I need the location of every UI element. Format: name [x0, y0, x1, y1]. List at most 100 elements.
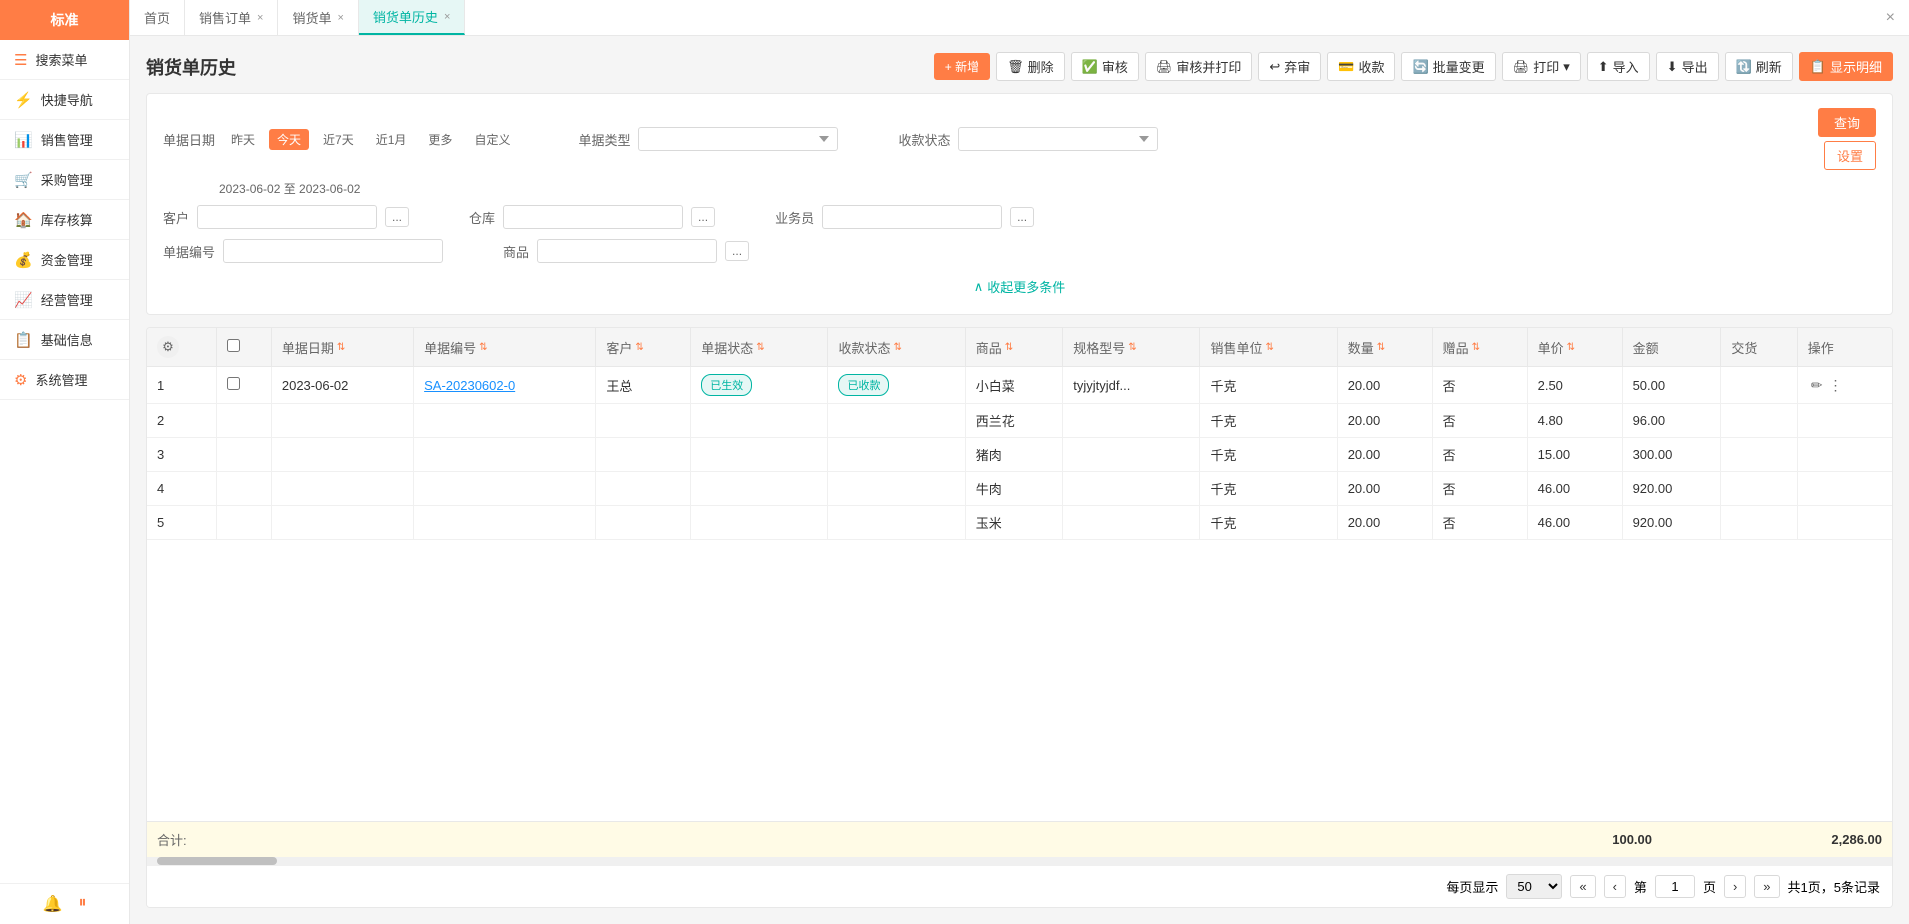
- customer-input[interactable]: [197, 205, 377, 229]
- query-button[interactable]: 查询: [1818, 108, 1876, 137]
- col-price[interactable]: 单价 ⇅: [1527, 328, 1622, 367]
- row-checkbox[interactable]: [216, 367, 271, 404]
- row-doc-no[interactable]: [414, 404, 596, 438]
- quick-nav-icon: ⚡: [14, 91, 33, 109]
- date-tab-7days[interactable]: 近7天: [315, 129, 362, 150]
- more-action-button[interactable]: ⋮: [1826, 377, 1846, 393]
- col-date[interactable]: 单据日期 ⇅: [271, 328, 413, 367]
- doc-no-link[interactable]: SA-20230602-0: [424, 378, 515, 393]
- sidebar-item-purchase[interactable]: 🛒 采购管理: [0, 160, 129, 200]
- sidebar-item-quick-nav[interactable]: ⚡ 快捷导航: [0, 80, 129, 120]
- tab-sales-order[interactable]: 销售订单 ×: [185, 0, 278, 35]
- print-button[interactable]: 🖨 打印 ▾: [1502, 52, 1581, 81]
- close-all-tabs-button[interactable]: ×: [1872, 9, 1909, 27]
- sidebar-item-system[interactable]: ⚙ 系统管理: [0, 360, 129, 400]
- delete-button[interactable]: 🗑 删除: [996, 52, 1065, 81]
- col-goods[interactable]: 商品 ⇅: [965, 328, 1063, 367]
- date-tab-1month[interactable]: 近1月: [368, 129, 415, 150]
- row-checkbox[interactable]: [216, 472, 271, 506]
- sidebar-item-label: 资金管理: [41, 250, 93, 269]
- close-tab-sales-order[interactable]: ×: [257, 12, 263, 24]
- first-page-button[interactable]: «: [1570, 875, 1595, 898]
- export-button[interactable]: ⬇ 导出: [1656, 52, 1719, 81]
- prev-page-button[interactable]: ‹: [1604, 875, 1626, 898]
- next-page-button[interactable]: ›: [1724, 875, 1746, 898]
- sidebar-item-inventory[interactable]: 🏠 库存核算: [0, 200, 129, 240]
- audit-button[interactable]: ✅ 审核: [1071, 52, 1139, 81]
- row-doc-no[interactable]: [414, 438, 596, 472]
- doc-no-input[interactable]: [223, 239, 443, 263]
- close-tab-sales-history[interactable]: ×: [444, 11, 450, 23]
- row-checkbox[interactable]: [216, 404, 271, 438]
- audit-print-button[interactable]: 🖨 审核并打印: [1145, 52, 1253, 81]
- scrollbar-thumb[interactable]: [157, 857, 277, 865]
- col-doc-status[interactable]: 单据状态 ⇅: [691, 328, 828, 367]
- doc-type-select[interactable]: [638, 127, 838, 151]
- collect-status-select[interactable]: [958, 127, 1158, 151]
- staff-input[interactable]: [822, 205, 1002, 229]
- col-checkbox[interactable]: [216, 328, 271, 367]
- row-no: 4: [147, 472, 216, 506]
- date-tab-yesterday[interactable]: 昨天: [223, 129, 263, 150]
- pause-icon[interactable]: ⏸: [78, 894, 86, 914]
- last-page-button[interactable]: »: [1754, 875, 1779, 898]
- page-size-select[interactable]: 50 20 100: [1506, 874, 1562, 899]
- sidebar-item-basic-info[interactable]: 📋 基础信息: [0, 320, 129, 360]
- col-settings[interactable]: ⚙: [147, 328, 216, 367]
- import-button[interactable]: ⬆ 导入: [1587, 52, 1650, 81]
- collect-button[interactable]: 💳 收款: [1327, 52, 1395, 81]
- horizontal-scrollbar[interactable]: [147, 857, 1892, 865]
- row-collect-status: [828, 472, 965, 506]
- row-collect-status: [828, 506, 965, 540]
- row-amount: 920.00: [1622, 472, 1721, 506]
- warehouse-ellipsis-btn[interactable]: ...: [691, 207, 715, 227]
- goods-ellipsis-btn[interactable]: ...: [725, 241, 749, 261]
- refresh-button[interactable]: 🔃 刷新: [1725, 52, 1793, 81]
- tab-home[interactable]: 首页: [130, 0, 185, 35]
- row-doc-no[interactable]: SA-20230602-0: [414, 367, 596, 404]
- date-tab-custom[interactable]: 自定义: [466, 129, 518, 150]
- batch-change-button[interactable]: 🔄 批量变更: [1401, 52, 1495, 81]
- customer-ellipsis-btn[interactable]: ...: [385, 207, 409, 227]
- sidebar-item-sales[interactable]: 📊 销售管理: [0, 120, 129, 160]
- col-gift[interactable]: 赠品 ⇅: [1432, 328, 1527, 367]
- sidebar-item-finance[interactable]: 💰 资金管理: [0, 240, 129, 280]
- row-collect-status: [828, 404, 965, 438]
- goods-input[interactable]: [537, 239, 717, 263]
- print-arrow-icon: ▾: [1563, 59, 1570, 75]
- warehouse-input[interactable]: [503, 205, 683, 229]
- col-qty[interactable]: 数量 ⇅: [1337, 328, 1432, 367]
- col-unit[interactable]: 销售单位 ⇅: [1200, 328, 1337, 367]
- sidebar-item-search[interactable]: ☰ 搜索菜单: [0, 40, 129, 80]
- close-tab-sales-goods[interactable]: ×: [337, 12, 343, 24]
- row-checkbox[interactable]: [216, 438, 271, 472]
- select-all-checkbox[interactable]: [227, 339, 240, 352]
- col-customer[interactable]: 客户 ⇅: [596, 328, 691, 367]
- notification-icon[interactable]: 🔔: [43, 894, 63, 914]
- setting-button[interactable]: 设置: [1824, 141, 1876, 170]
- sidebar-logo: 标准: [0, 0, 129, 40]
- tab-sales-goods[interactable]: 销货单 ×: [278, 0, 358, 35]
- page-number-input[interactable]: [1655, 875, 1695, 898]
- row-doc-no[interactable]: [414, 472, 596, 506]
- col-collect-status[interactable]: 收款状态 ⇅: [828, 328, 965, 367]
- row-doc-no[interactable]: [414, 506, 596, 540]
- col-doc-no[interactable]: 单据编号 ⇅: [414, 328, 596, 367]
- col-spec[interactable]: 规格型号 ⇅: [1063, 328, 1200, 367]
- date-tab-more[interactable]: 更多: [420, 129, 460, 150]
- edit-action-button[interactable]: ✏: [1808, 377, 1826, 393]
- abandon-button[interactable]: ↩ 弃审: [1258, 52, 1321, 81]
- new-button[interactable]: + 新增: [934, 53, 990, 80]
- row-checkbox[interactable]: [216, 506, 271, 540]
- sidebar-item-operation[interactable]: 📈 经营管理: [0, 280, 129, 320]
- show-detail-button[interactable]: 📋 显示明细: [1799, 52, 1893, 81]
- collect-label: 收款: [1358, 57, 1384, 76]
- row-date: [271, 404, 413, 438]
- tab-sales-history[interactable]: 销货单历史 ×: [359, 0, 465, 35]
- row-goods: 玉米: [965, 506, 1063, 540]
- row-select-checkbox[interactable]: [227, 377, 240, 390]
- settings-icon[interactable]: ⚙: [157, 336, 179, 358]
- staff-ellipsis-btn[interactable]: ...: [1010, 207, 1034, 227]
- collapse-button[interactable]: ∧ 收起更多条件: [163, 273, 1876, 300]
- date-tab-today[interactable]: 今天: [269, 129, 309, 150]
